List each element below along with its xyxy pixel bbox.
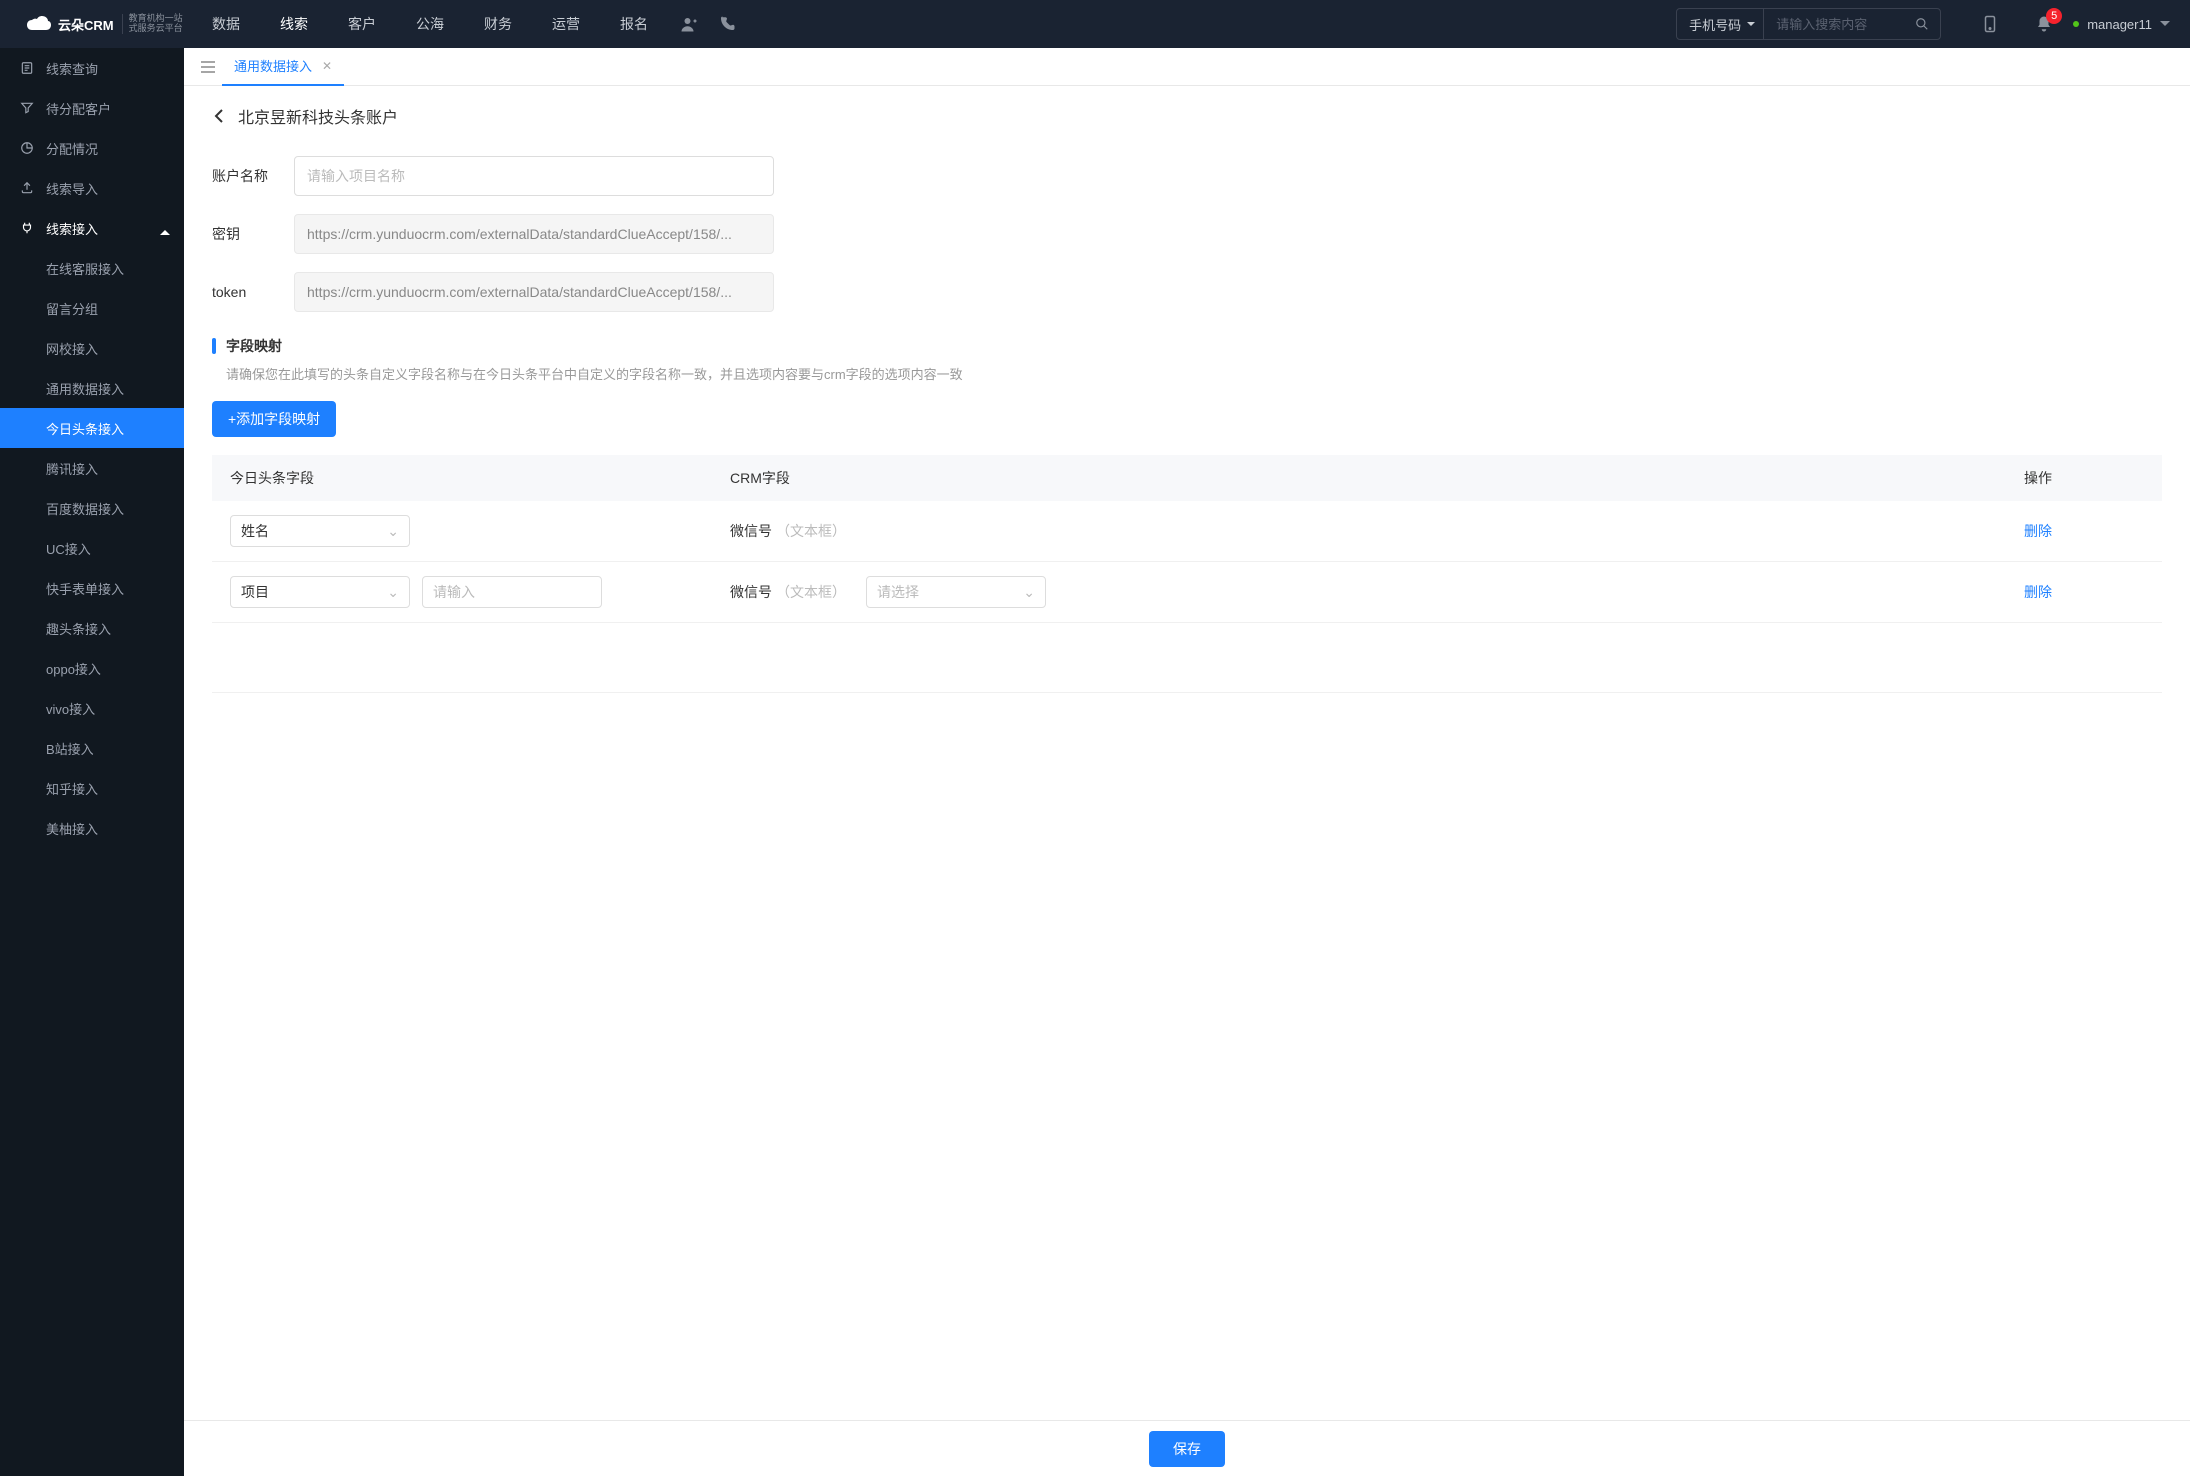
sidebar-clue-query[interactable]: 线索查询 <box>0 48 184 88</box>
nav-data[interactable]: 数据 <box>212 14 240 34</box>
crm-field-label: 微信号 <box>730 523 772 539</box>
search-area: 手机号码 <box>1676 8 1941 40</box>
sidebar-sub-tencent[interactable]: 腾讯接入 <box>0 448 184 488</box>
sidebar: 线索查询 待分配客户 分配情况 线索导入 线索接入 在线客服接入 留言分组 网校… <box>0 48 184 1476</box>
th-action: 操作 <box>2024 468 2144 488</box>
nav-extra-icons <box>680 15 736 33</box>
sidebar-sub-kuaishou[interactable]: 快手表单接入 <box>0 568 184 608</box>
breadcrumb: 北京昱新科技头条账户 <box>212 104 2162 128</box>
sidebar-sub-generic-data[interactable]: 通用数据接入 <box>0 368 184 408</box>
crm-field-select[interactable]: 请选择 ⌄ <box>866 576 1046 608</box>
table-row: 姓名 ⌄ 微信号（文本框） 删除 <box>212 501 2162 562</box>
sidebar-sub-baidu[interactable]: 百度数据接入 <box>0 488 184 528</box>
table-row: 项目 ⌄ 微信号（文本框） 请选择 ⌄ <box>212 562 2162 623</box>
nav-public[interactable]: 公海 <box>416 14 444 34</box>
sidebar-sub-uc[interactable]: UC接入 <box>0 528 184 568</box>
th-crm: CRM字段 <box>730 468 2024 488</box>
sidebar-sub-online-service[interactable]: 在线客服接入 <box>0 248 184 288</box>
toutiao-field-select[interactable]: 姓名 ⌄ <box>230 515 410 547</box>
sidebar-sub-bilibili[interactable]: B站接入 <box>0 728 184 768</box>
main-content: 通用数据接入 ✕ 北京昱新科技头条账户 账户名称 密钥 <box>184 48 2190 1476</box>
filter-icon <box>20 101 34 115</box>
mapping-section-desc: 请确保您在此填写的头条自定义字段名称与在今日头条平台中自定义的字段名称一致，并且… <box>226 364 2162 383</box>
topbar: 云朵CRM 教育机构一站 式服务云平台 数据 线索 客户 公海 财务 运营 报名… <box>0 0 2190 48</box>
sidebar-sub-qutoutiao[interactable]: 趣头条接入 <box>0 608 184 648</box>
save-button[interactable]: 保存 <box>1149 1431 1225 1467</box>
tabs-bar: 通用数据接入 ✕ <box>184 48 2190 86</box>
chevron-down-icon: ⌄ <box>387 523 399 540</box>
nav-ops[interactable]: 运营 <box>552 14 580 34</box>
account-name-input[interactable] <box>294 156 774 196</box>
table-header: 今日头条字段 CRM字段 操作 <box>212 455 2162 501</box>
back-arrow-icon[interactable] <box>212 108 228 124</box>
logo-brand: 云朵CRM <box>24 14 114 34</box>
search-button[interactable] <box>1904 9 1940 39</box>
topbar-right-icons: 5 <box>1981 15 2053 33</box>
th-toutiao: 今日头条字段 <box>230 468 730 488</box>
pie-icon <box>20 141 34 155</box>
page-content: 北京昱新科技头条账户 账户名称 密钥 token 字段映射 <box>184 86 2190 1420</box>
phone-icon[interactable] <box>718 15 736 33</box>
sidebar-clue-access[interactable]: 线索接入 <box>0 208 184 248</box>
notif-badge: 5 <box>2046 8 2062 24</box>
account-name-label: 账户名称 <box>212 166 282 186</box>
user-menu[interactable]: manager11 <box>2073 17 2190 32</box>
sidebar-sub-message-group[interactable]: 留言分组 <box>0 288 184 328</box>
logo-subtitle: 教育机构一站 式服务云平台 <box>122 14 183 34</box>
user-plus-icon[interactable] <box>680 15 698 33</box>
username-label: manager11 <box>2087 17 2152 32</box>
search-type-select[interactable]: 手机号码 <box>1677 9 1764 39</box>
nav-customer[interactable]: 客户 <box>348 14 376 34</box>
delete-row-button[interactable]: 删除 <box>2024 584 2052 600</box>
sidebar-sub-zhihu[interactable]: 知乎接入 <box>0 768 184 808</box>
secret-label: 密钥 <box>212 224 282 244</box>
nav-finance[interactable]: 财务 <box>484 14 512 34</box>
top-nav: 数据 线索 客户 公海 财务 运营 报名 <box>212 0 648 48</box>
mapping-table: 今日头条字段 CRM字段 操作 姓名 ⌄ 微信号（文本 <box>212 455 2162 693</box>
delete-row-button[interactable]: 删除 <box>2024 523 2052 539</box>
nav-signup[interactable]: 报名 <box>620 14 648 34</box>
chevron-down-icon <box>2160 21 2170 27</box>
toutiao-field-input[interactable] <box>422 576 602 608</box>
sidebar-sub-school[interactable]: 网校接入 <box>0 328 184 368</box>
sidebar-sub-meiyou[interactable]: 美柚接入 <box>0 808 184 848</box>
sidebar-sub-toutiao[interactable]: 今日头条接入 <box>0 408 184 448</box>
plug-icon <box>20 221 34 235</box>
chevron-up-icon <box>160 223 170 233</box>
status-dot-icon <box>2073 21 2079 27</box>
secret-input[interactable] <box>294 214 774 254</box>
collapse-sidebar-button[interactable] <box>194 53 222 81</box>
nav-clue[interactable]: 线索 <box>280 14 308 34</box>
token-label: token <box>212 284 282 300</box>
mobile-icon[interactable] <box>1981 15 1999 33</box>
bell-icon[interactable]: 5 <box>2035 15 2053 33</box>
table-empty-space <box>212 623 2162 693</box>
upload-icon <box>20 181 34 195</box>
mapping-section-title: 字段映射 <box>212 336 2162 356</box>
crm-field-hint: （文本框） <box>776 584 846 600</box>
add-mapping-button[interactable]: +添加字段映射 <box>212 401 336 437</box>
tab-generic-data[interactable]: 通用数据接入 ✕ <box>222 48 344 86</box>
chevron-down-icon: ⌄ <box>387 584 399 601</box>
toutiao-field-select[interactable]: 项目 ⌄ <box>230 576 410 608</box>
sidebar-pending-customer[interactable]: 待分配客户 <box>0 88 184 128</box>
section-bar-icon <box>212 338 216 354</box>
sidebar-sub-vivo[interactable]: vivo接入 <box>0 688 184 728</box>
sidebar-sub-oppo[interactable]: oppo接入 <box>0 648 184 688</box>
tab-close-icon[interactable]: ✕ <box>322 59 332 73</box>
chevron-down-icon: ⌄ <box>1023 584 1035 601</box>
crm-field-hint: （文本框） <box>776 523 846 539</box>
sidebar-clue-import[interactable]: 线索导入 <box>0 168 184 208</box>
doc-icon <box>20 61 34 75</box>
search-input[interactable] <box>1764 17 1904 32</box>
logo[interactable]: 云朵CRM 教育机构一站 式服务云平台 <box>0 0 184 48</box>
crm-field-label: 微信号 <box>730 584 772 600</box>
footer-bar: 保存 <box>184 1420 2190 1476</box>
token-input[interactable] <box>294 272 774 312</box>
sidebar-allocation[interactable]: 分配情况 <box>0 128 184 168</box>
page-title: 北京昱新科技头条账户 <box>238 104 398 128</box>
